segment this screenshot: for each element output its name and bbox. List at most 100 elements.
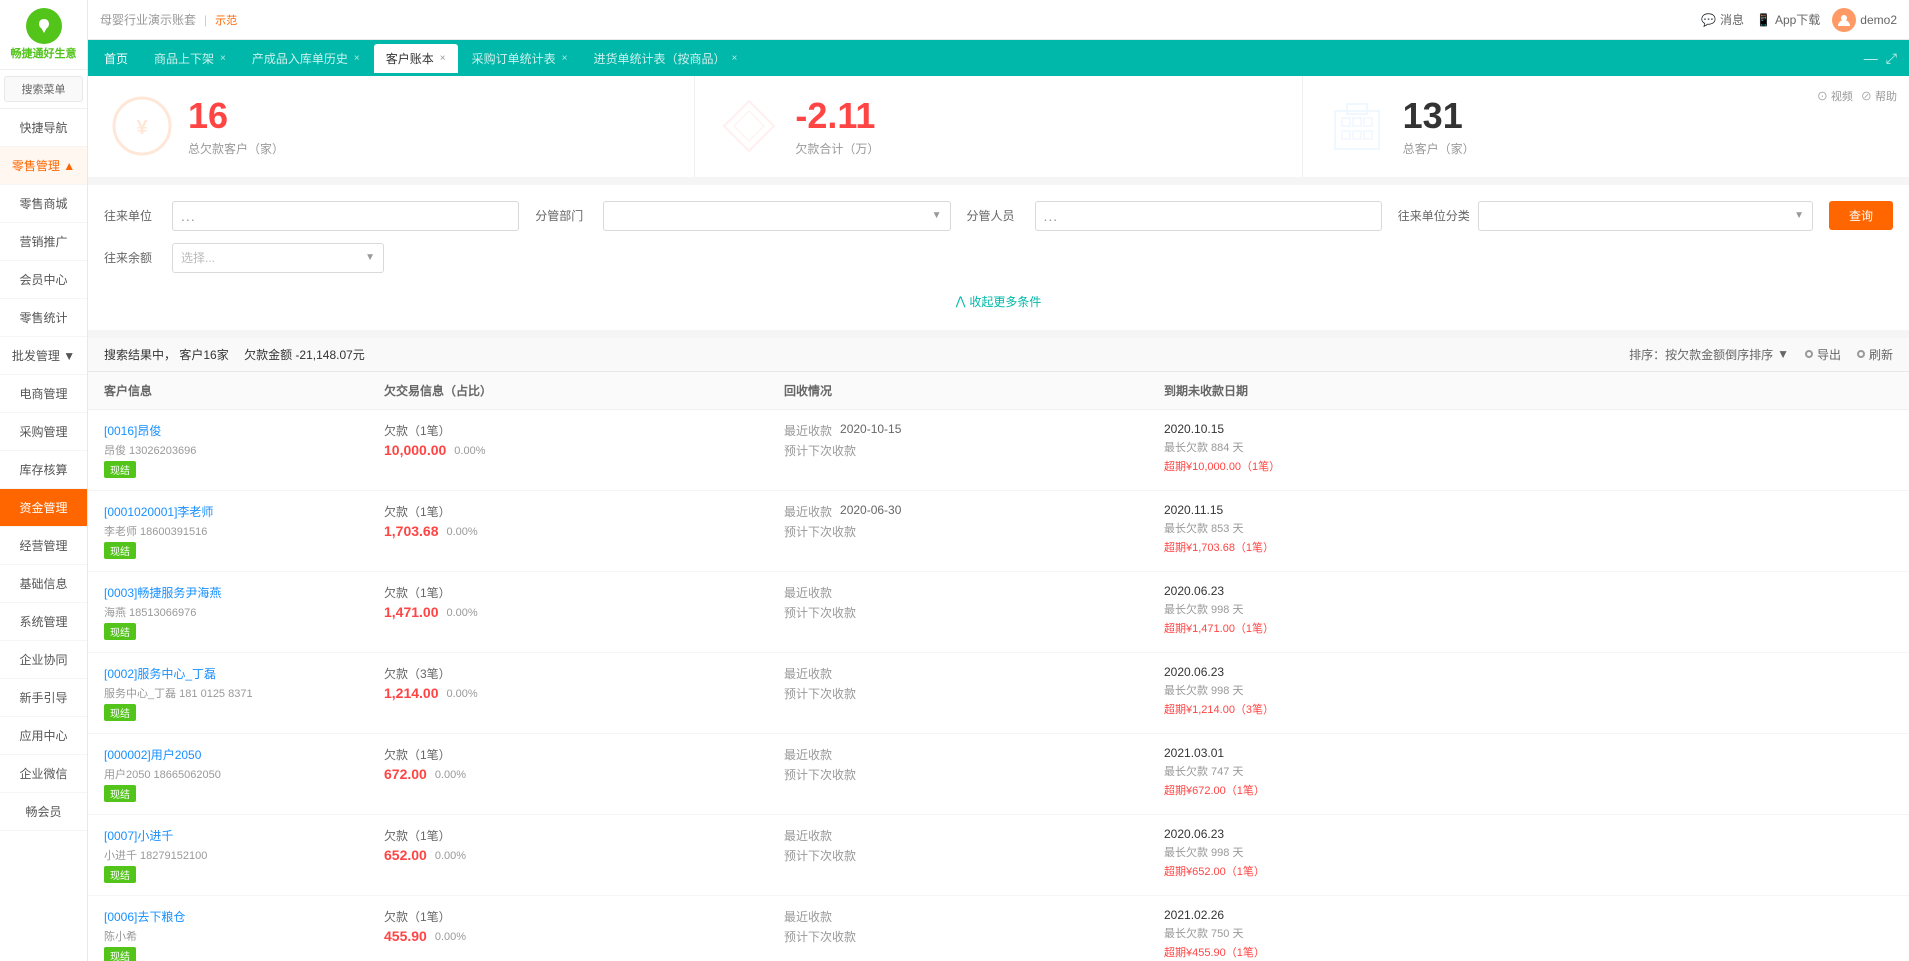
overdue-amount-5[interactable]: 超期¥652.00（1笔） — [1164, 866, 1265, 878]
sidebar-item-member[interactable]: 会员中心 — [0, 261, 87, 299]
sidebar-item-ecommerce[interactable]: 电商管理 — [0, 375, 87, 413]
customer-tag-0: 现结 — [104, 461, 136, 478]
help-btn[interactable]: ⊘ 帮助 — [1861, 88, 1897, 104]
tab-customer-account-close[interactable]: × — [440, 53, 446, 64]
tab-produce-label: 产成品入库单历史 — [252, 50, 348, 67]
customer-info-5: [0007]小进千 小进千 18279152100 现结 — [104, 827, 384, 883]
refresh-label: 刷新 — [1869, 346, 1893, 363]
sidebar-item-purchase[interactable]: 采购管理 — [0, 413, 87, 451]
from-unit-input[interactable]: ... — [172, 201, 519, 231]
export-btn[interactable]: 导出 — [1805, 346, 1841, 363]
collect-next-6: 预计下次收款 — [784, 928, 1164, 945]
filter-from-unit: 往来单位 ... — [104, 201, 519, 231]
collapse-btn[interactable]: ⋀ 收起更多条件 — [104, 289, 1893, 314]
search-menu-item[interactable]: 搜索菜单 — [0, 70, 87, 109]
results-amount-label: 欠款金额 — [232, 348, 292, 362]
search-button[interactable]: 查询 — [1829, 201, 1893, 230]
sidebar-item-enterprise-wechat[interactable]: 企业微信 — [0, 755, 87, 793]
tab-purchase-stats-close[interactable]: × — [731, 53, 737, 64]
filter-unit-type: 往来单位分类 ▼ — [1398, 201, 1813, 231]
stat-actions: ⊙ 视频 ⊘ 帮助 — [1817, 88, 1897, 104]
sidebar-item-vip[interactable]: 畅会员 — [0, 793, 87, 831]
debt-percent-6: 0.00% — [435, 931, 466, 943]
customer-contact-3: 服务中心_丁磊 181 0125 8371 — [104, 685, 384, 701]
customer-name-1[interactable]: [0001020001]李老师 — [104, 503, 384, 520]
page-content: ¥ 16 总欠款客户（家） — [88, 76, 1909, 961]
collect-info-5: 最近收款 预计下次收款 — [784, 827, 1164, 864]
sidebar-item-enterprise-collab[interactable]: 企业协同 — [0, 641, 87, 679]
overdue-amount-2[interactable]: 超期¥1,471.00（1笔） — [1164, 623, 1274, 635]
overdue-days-5: 最长欠款 998 天 — [1164, 844, 1893, 860]
debt-count-1: 欠款（1笔） — [384, 503, 784, 520]
overdue-amount-4[interactable]: 超期¥672.00（1笔） — [1164, 785, 1265, 797]
tabs-collapse-btn[interactable]: — — [1864, 50, 1878, 67]
unit-type-select[interactable]: ▼ — [1478, 201, 1813, 231]
tab-purchase-stats[interactable]: 进货单统计表（按商品） × — [581, 44, 749, 73]
debt-count-4: 欠款（1笔） — [384, 746, 784, 763]
sidebar-item-retail-mall[interactable]: 零售商城 — [0, 185, 87, 223]
debt-amount-0: 10,000.00 — [384, 442, 446, 458]
customer-name-6[interactable]: [0006]去下粮仓 — [104, 908, 384, 925]
overdue-amount-6[interactable]: 超期¥455.90（1笔） — [1164, 947, 1265, 959]
balance-label: 往来余额 — [104, 249, 164, 266]
tab-customer-account[interactable]: 客户账本 × — [374, 44, 458, 73]
sidebar-item-marketing[interactable]: 营销推广 — [0, 223, 87, 261]
sidebar-logo: 畅捷通好生意 — [0, 0, 87, 70]
overdue-amount-1[interactable]: 超期¥1,703.68（1笔） — [1164, 542, 1274, 554]
balance-select[interactable]: 选择... ▼ — [172, 243, 384, 273]
date-info-1: 2020.11.15 最长欠款 853 天 超期¥1,703.68（1笔） — [1164, 503, 1893, 555]
stat-total-number: 131 — [1403, 96, 1475, 136]
tab-home[interactable]: 首页 — [92, 44, 140, 73]
due-date-3: 2020.06.23 — [1164, 665, 1893, 679]
tab-produce-close[interactable]: × — [354, 53, 360, 64]
sidebar-item-retail-mgmt[interactable]: 零售管理 ▲ — [0, 147, 87, 185]
video-btn[interactable]: ⊙ 视频 — [1817, 88, 1853, 104]
customer-name-2[interactable]: [0003]畅捷服务尹海燕 — [104, 584, 384, 601]
stat-amount-info: -2.11 欠款合计（万） — [795, 96, 879, 157]
customer-name-5[interactable]: [0007]小进千 — [104, 827, 384, 844]
overdue-amount-3[interactable]: 超期¥1,214.00（3笔） — [1164, 704, 1274, 716]
results-amount-value: -21,148.07元 — [295, 348, 364, 362]
sidebar-item-retail-stats[interactable]: 零售统计 — [0, 299, 87, 337]
app-download-btn[interactable]: 📱 App下载 — [1756, 11, 1820, 28]
header-right: 💬 消息 📱 App下载 demo2 — [1701, 8, 1897, 32]
customer-contact-4: 用户2050 18665062050 — [104, 766, 384, 782]
message-btn[interactable]: 💬 消息 — [1701, 11, 1744, 28]
manager-input[interactable]: ... — [1035, 201, 1382, 231]
balance-chevron: ▼ — [365, 252, 375, 263]
sidebar-item-app-center[interactable]: 应用中心 — [0, 717, 87, 755]
unit-type-label: 往来单位分类 — [1398, 207, 1470, 224]
sidebar-item-system[interactable]: 系统管理 — [0, 603, 87, 641]
customer-info-3: [0002]服务中心_丁磊 服务中心_丁磊 181 0125 8371 现结 — [104, 665, 384, 721]
overdue-days-3: 最长欠款 998 天 — [1164, 682, 1893, 698]
sidebar-item-inventory[interactable]: 库存核算 — [0, 451, 87, 489]
tab-products-close[interactable]: × — [220, 53, 226, 64]
stat-overdue-customers: ¥ 16 总欠款客户（家） — [88, 76, 695, 177]
header-link: 示范 — [215, 12, 237, 28]
message-icon: 💬 — [1701, 13, 1716, 27]
customer-name-4[interactable]: [000002]用户2050 — [104, 746, 384, 763]
tab-products[interactable]: 商品上下架 × — [142, 44, 238, 73]
sidebar-item-batch-mgmt[interactable]: 批发管理 ▼ — [0, 337, 87, 375]
from-unit-label: 往来单位 — [104, 207, 164, 224]
refresh-btn[interactable]: 刷新 — [1857, 346, 1893, 363]
sort-select[interactable]: 排序：按欠款金额倒序排序 ▼ — [1629, 346, 1789, 363]
table-header: 客户信息 欠交易信息（占比） 回收情况 到期未收款日期 — [88, 372, 1909, 410]
division-select[interactable]: ▼ — [603, 201, 950, 231]
customer-name-3[interactable]: [0002]服务中心_丁磊 — [104, 665, 384, 682]
sidebar-item-operations[interactable]: 经营管理 — [0, 527, 87, 565]
overdue-amount-0[interactable]: 超期¥10,000.00（1笔） — [1164, 461, 1280, 473]
sidebar-item-basic-info[interactable]: 基础信息 — [0, 565, 87, 603]
tab-produce[interactable]: 产成品入库单历史 × — [240, 44, 372, 73]
tab-purchase-order-close[interactable]: × — [562, 53, 568, 64]
tabs-expand-btn[interactable]: ⤢ — [1886, 50, 1897, 67]
tabs-bar: 首页 商品上下架 × 产成品入库单历史 × 客户账本 × 采购订单统计表 × 进… — [88, 40, 1909, 76]
tab-purchase-order[interactable]: 采购订单统计表 × — [460, 44, 580, 73]
debt-info-5: 欠款（1笔） 652.00 0.00% — [384, 827, 784, 866]
sidebar-item-new-guide[interactable]: 新手引导 — [0, 679, 87, 717]
user-menu[interactable]: demo2 — [1832, 8, 1897, 32]
sidebar-item-quick-nav[interactable]: 快捷导航 — [0, 109, 87, 147]
sidebar-item-finance[interactable]: 资金管理 — [0, 489, 87, 527]
customer-name-0[interactable]: [0016]昂俊 — [104, 422, 384, 439]
customer-tag-3: 现结 — [104, 704, 136, 721]
